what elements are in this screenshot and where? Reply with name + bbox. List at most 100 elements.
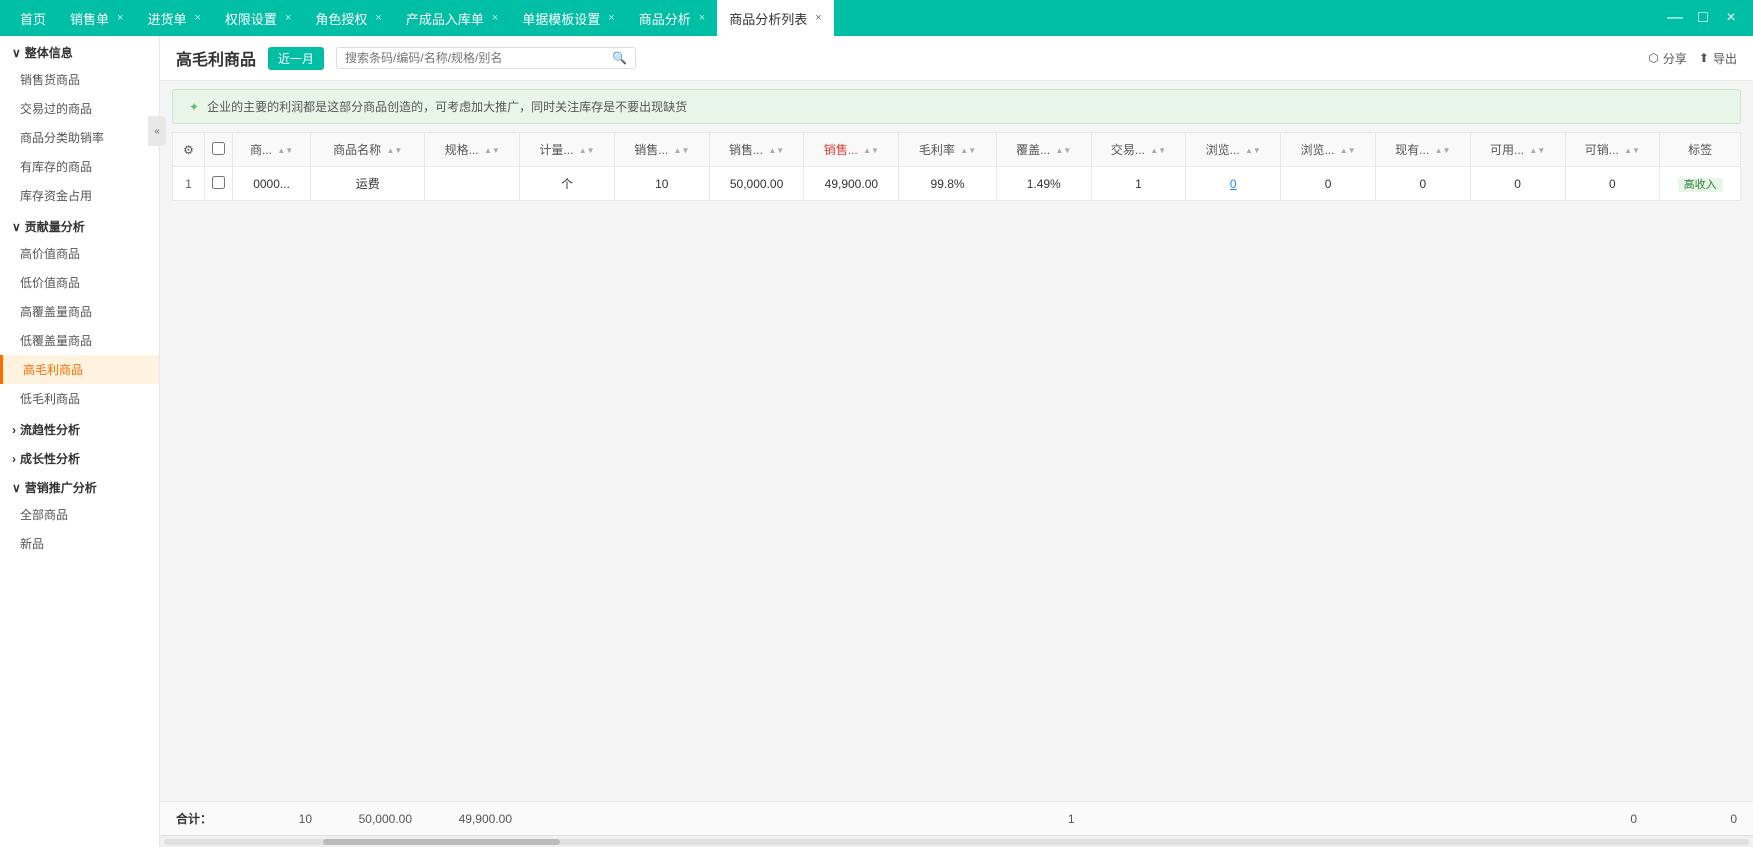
sidebar-group-marketing[interactable]: ∨ 营销推广分析 [0,471,159,500]
sidebar-item-stock-capital[interactable]: 库存资金占用 [0,181,159,210]
col-checkbox[interactable] [205,133,233,167]
chevron-right-icon: › [12,452,16,466]
chevron-down-icon: ∨ [12,220,21,234]
close-product-analysis-tab[interactable]: × [699,12,705,24]
row-code[interactable]: 0000... [233,167,311,201]
search-input[interactable] [345,51,612,65]
nav-purchase[interactable]: 进货单 × [135,0,212,36]
col-tag[interactable]: 标签 [1660,133,1741,167]
col-coverage[interactable]: 覆盖... ▲▼ [996,133,1091,167]
row-spec [425,167,520,201]
col-current-stock[interactable]: 现有... ▲▼ [1375,133,1470,167]
row-name: 运费 [311,167,425,201]
nav-product-entry[interactable]: 产成品入库单 × [394,0,510,36]
sidebar-item-traded-goods[interactable]: 交易过的商品 [0,94,159,123]
row-browse2: 0 [1281,167,1376,201]
row-available: 0 [1470,167,1565,201]
chevron-down-icon: ∨ [12,46,21,60]
row-checkbox[interactable] [205,167,233,201]
product-table: ⚙ 商... ▲▼ 商品名称 ▲▼ 规格... ▲▼ [172,132,1741,201]
table-header-row: ⚙ 商... ▲▼ 商品名称 ▲▼ 规格... ▲▼ [173,133,1741,167]
close-sales-tab[interactable]: × [117,12,123,24]
share-icon: ⬡ [1648,51,1658,65]
horizontal-scrollbar[interactable] [160,835,1753,847]
col-browse1[interactable]: 浏览... ▲▼ [1186,133,1281,167]
row-browse1[interactable]: 0 [1186,167,1281,201]
share-button[interactable]: ⬡ 分享 [1648,50,1687,67]
row-num: 1 [173,167,205,201]
select-all-checkbox[interactable] [212,142,225,155]
col-sales-qty[interactable]: 销售... ▲▼ [614,133,709,167]
row-unit: 个 [520,167,615,201]
table-container: ⚙ 商... ▲▼ 商品名称 ▲▼ 规格... ▲▼ [160,132,1753,801]
col-sellable[interactable]: 可销... ▲▼ [1565,133,1660,167]
header-actions: ⬡ 分享 ⬆ 导出 [1648,50,1737,67]
window-close[interactable]: × [1717,4,1745,32]
close-role-tab[interactable]: × [375,12,381,24]
col-gross-margin[interactable]: 毛利率 ▲▼ [899,133,997,167]
close-product-analysis-list-tab[interactable]: × [815,12,821,24]
info-banner: ✦ 企业的主要的利润都是这部分商品创造的，可考虑加大推广，同时关注库存是不要出现… [172,89,1741,124]
page-title: 高毛利商品 [176,46,256,70]
sidebar-item-high-margin[interactable]: 高毛利商品 [0,355,159,384]
col-code[interactable]: 商... ▲▼ [233,133,311,167]
row-transaction: 1 [1091,167,1186,201]
close-permission-tab[interactable]: × [285,12,291,24]
sidebar-group-growth[interactable]: › 成长性分析 [0,442,159,471]
table-row: 1 0000... 运费 个 10 50,000.00 49,900.00 99… [173,167,1741,201]
sidebar-item-low-margin[interactable]: 低毛利商品 [0,384,159,413]
nav-product-analysis[interactable]: 商品分析 × [627,0,717,36]
search-box: 🔍 [336,47,636,69]
nav-sales[interactable]: 销售单 × [58,0,135,36]
window-minimize[interactable]: — [1661,4,1689,32]
search-icon[interactable]: 🔍 [612,51,627,65]
top-navigation: 首页 销售单 × 进货单 × 权限设置 × 角色授权 × 产成品入库单 × 单据… [0,0,1753,36]
sidebar-item-high-value[interactable]: 高价值商品 [0,239,159,268]
close-purchase-tab[interactable]: × [194,12,200,24]
col-sales-amount[interactable]: 销售... ▲▼ [709,133,804,167]
nav-role[interactable]: 角色授权 × [303,0,393,36]
scrollbar-thumb[interactable] [323,839,561,845]
chevron-down-icon: ∨ [12,481,21,495]
sidebar-item-new-goods[interactable]: 新品 [0,529,159,558]
window-maximize[interactable]: □ [1689,4,1717,32]
col-sales-profit[interactable]: 销售... ▲▼ [804,133,899,167]
export-icon: ⬆ [1699,51,1709,65]
col-available[interactable]: 可用... ▲▼ [1470,133,1565,167]
info-icon: ✦ [189,100,199,114]
col-name[interactable]: 商品名称 ▲▼ [311,133,425,167]
row-sales-qty: 10 [614,167,709,201]
filter-recent-month-button[interactable]: 近一月 [268,47,324,70]
export-button[interactable]: ⬆ 导出 [1699,50,1737,67]
close-template-tab[interactable]: × [608,12,614,24]
col-browse2[interactable]: 浏览... ▲▼ [1281,133,1376,167]
content-area: 高毛利商品 近一月 🔍 ⬡ 分享 ⬆ 导出 ✦ 企业的主要的利润都是这部分商品创… [160,36,1753,847]
sidebar-group-overall[interactable]: ∨ 整体信息 [0,36,159,65]
row-coverage: 1.49% [996,167,1091,201]
row-sales-amount: 50,000.00 [709,167,804,201]
nav-template[interactable]: 单据模板设置 × [510,0,626,36]
sidebar-item-category-sales-rate[interactable]: 商品分类助销率 [0,123,159,152]
table-footer: 合计： 10 50,000.00 49,900.00 1 0 0 [160,801,1753,835]
sidebar-group-trend[interactable]: › 流趋性分析 [0,413,159,442]
sidebar-item-all-goods[interactable]: 全部商品 [0,500,159,529]
nav-product-analysis-list[interactable]: 商品分析列表 × [717,0,833,36]
sidebar-item-high-coverage[interactable]: 高覆盖量商品 [0,297,159,326]
nav-permission[interactable]: 权限设置 × [213,0,303,36]
col-spec[interactable]: 规格... ▲▼ [425,133,520,167]
row-sellable: 0 [1565,167,1660,201]
close-product-entry-tab[interactable]: × [492,12,498,24]
sidebar-item-sales-goods[interactable]: 销售货商品 [0,65,159,94]
sidebar-group-contribution[interactable]: ∨ 贡献量分析 [0,210,159,239]
col-transaction[interactable]: 交易... ▲▼ [1091,133,1186,167]
footer-sales-profit: 49,900.00 [432,812,512,826]
sidebar-item-low-coverage[interactable]: 低覆盖量商品 [0,326,159,355]
col-unit[interactable]: 计量... ▲▼ [520,133,615,167]
footer-sales-amount: 50,000.00 [332,812,412,826]
sidebar-item-low-value[interactable]: 低价值商品 [0,268,159,297]
nav-home[interactable]: 首页 [8,0,58,36]
footer-current-stock: 0 [1557,812,1637,826]
sidebar-item-in-stock[interactable]: 有库存的商品 [0,152,159,181]
sidebar-collapse-button[interactable]: « [148,116,166,146]
col-settings[interactable]: ⚙ [173,133,205,167]
